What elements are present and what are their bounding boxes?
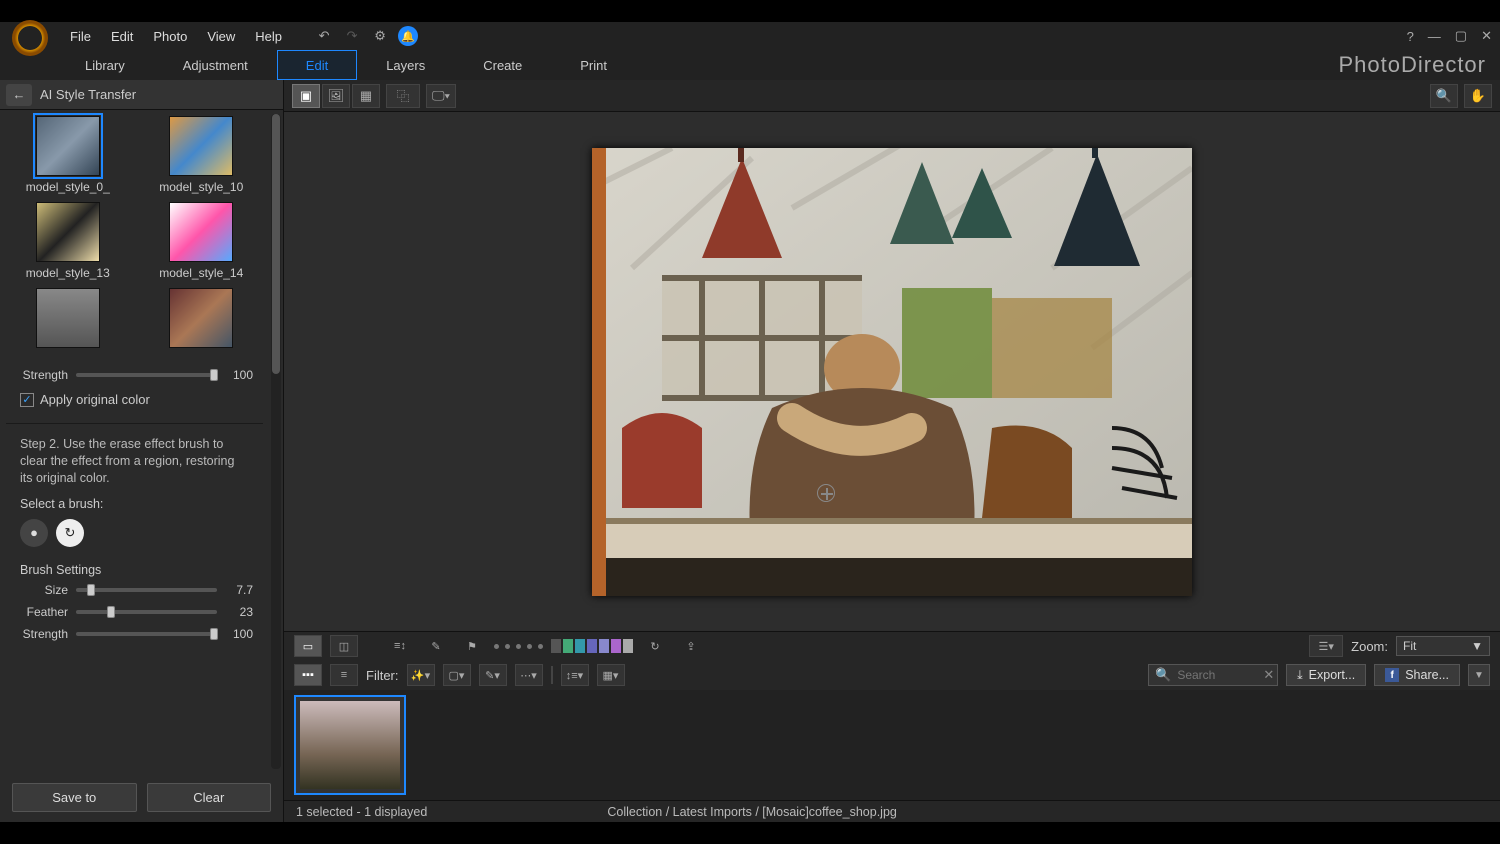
tab-library[interactable]: Library <box>56 50 154 80</box>
strength-label: Strength <box>16 368 68 382</box>
filter-stack-icon[interactable]: ▦▾ <box>597 664 625 686</box>
app-logo[interactable] <box>12 20 48 56</box>
feather-slider[interactable] <box>76 610 217 614</box>
filter-sort-icon[interactable]: ↕≡▾ <box>561 664 589 686</box>
view-grid-icon[interactable]: ▦ <box>352 84 380 108</box>
clear-button[interactable]: Clear <box>147 783 272 812</box>
strength-value: 100 <box>225 368 253 382</box>
size-value: 7.7 <box>225 583 253 597</box>
pan-tool-icon[interactable]: ✋ <box>1464 84 1492 108</box>
film-thumb-1[interactable] <box>294 695 406 795</box>
list-icon[interactable]: ☰▾ <box>1309 635 1343 657</box>
help-icon[interactable]: ? <box>1407 29 1414 44</box>
filmstrip-lines-icon[interactable]: ≡ <box>330 664 358 686</box>
status-selection: 1 selected - 1 displayed <box>296 805 427 819</box>
filter-wand-icon[interactable]: ✨▾ <box>407 664 435 686</box>
zoom-select[interactable]: Fit▼ <box>1396 636 1490 656</box>
search-icon: 🔍 <box>1155 667 1171 683</box>
search-input[interactable]: 🔍 ✕ <box>1148 664 1278 686</box>
step2-text: Step 2. Use the erase effect brush to cl… <box>6 428 263 493</box>
style-thumb-extra2[interactable] <box>140 288 264 352</box>
tab-create[interactable]: Create <box>454 50 551 80</box>
sort-icon[interactable]: ≡↕ <box>386 635 414 657</box>
menu-photo[interactable]: Photo <box>143 25 197 48</box>
minimize-icon[interactable]: — <box>1428 29 1441 44</box>
size-label: Size <box>16 583 68 597</box>
monitor-icon[interactable]: 🖵▾ <box>426 84 456 108</box>
export-button[interactable]: ⤓ Export... <box>1286 664 1366 686</box>
export-icon: ⤓ <box>1297 668 1303 683</box>
redo-icon[interactable]: ↷ <box>341 25 363 47</box>
view-single-icon[interactable]: ▣ <box>292 84 320 108</box>
filmstrip-small-icon[interactable]: ▪▪▪ <box>294 664 322 686</box>
style-thumb-14[interactable]: model_style_14 <box>140 202 264 280</box>
menu-view[interactable]: View <box>197 25 245 48</box>
apply-original-label: Apply original color <box>40 392 150 407</box>
rating-dots[interactable] <box>494 644 543 649</box>
menu-file[interactable]: File <box>60 25 101 48</box>
feather-value: 23 <box>225 605 253 619</box>
settings-icon[interactable]: ⚙ <box>369 25 391 47</box>
strength-slider[interactable] <box>76 373 217 377</box>
flag-icon[interactable]: ⚑ <box>458 635 486 657</box>
undo-icon[interactable]: ↶ <box>313 25 335 47</box>
style-thumb-0[interactable]: model_style_0_ <box>6 116 130 194</box>
style-thumb-10[interactable]: model_style_10 <box>140 116 264 194</box>
canvas-image[interactable] <box>592 148 1192 596</box>
style-thumb-extra1[interactable] <box>6 288 130 352</box>
style-label: model_style_0_ <box>26 180 110 194</box>
brush-erase-icon[interactable]: ● <box>20 519 48 547</box>
brush-cursor-icon <box>817 484 835 502</box>
panel-title: AI Style Transfer <box>40 87 136 102</box>
apply-original-checkbox[interactable]: ✓ <box>20 393 34 407</box>
tab-print[interactable]: Print <box>551 50 636 80</box>
view-image-icon[interactable]: 🖼 <box>322 84 350 108</box>
zoom-tool-icon[interactable]: 🔍 <box>1430 84 1458 108</box>
filter-dots-icon[interactable]: ⋯▾ <box>515 664 543 686</box>
brush-strength-value: 100 <box>225 627 253 641</box>
share-button[interactable]: f Share... <box>1374 664 1460 686</box>
menu-edit[interactable]: Edit <box>101 25 143 48</box>
select-brush-label: Select a brush: <box>6 493 263 515</box>
tab-layers[interactable]: Layers <box>357 50 454 80</box>
zoom-label: Zoom: <box>1351 639 1388 654</box>
left-scrollbar[interactable] <box>271 114 281 769</box>
pencil-icon[interactable]: ✎ <box>422 635 450 657</box>
maximize-icon[interactable]: ▢ <box>1455 28 1467 44</box>
brush-strength-label: Strength <box>16 627 68 641</box>
menu-help[interactable]: Help <box>245 25 292 48</box>
style-label: model_style_13 <box>26 266 110 280</box>
brush-strength-slider[interactable] <box>76 632 217 636</box>
style-label: model_style_10 <box>159 180 243 194</box>
layout-single-icon[interactable]: ▭ <box>294 635 322 657</box>
color-label-swatches[interactable] <box>551 639 633 653</box>
brush-settings-title: Brush Settings <box>6 557 263 579</box>
close-icon[interactable]: ✕ <box>1481 28 1492 44</box>
facebook-icon: f <box>1385 668 1399 682</box>
filter-rect-icon[interactable]: ▢▾ <box>443 664 471 686</box>
export-arrow-icon[interactable]: ⇪ <box>677 635 705 657</box>
filter-pen-icon[interactable]: ✎▾ <box>479 664 507 686</box>
brand-label: PhotoDirector <box>1324 52 1500 78</box>
feather-label: Feather <box>16 605 68 619</box>
back-icon[interactable]: ← <box>6 84 32 106</box>
status-path: Collection / Latest Imports / [Mosaic]co… <box>607 805 897 819</box>
brush-restore-icon[interactable]: ↻ <box>56 519 84 547</box>
rotate-icon[interactable]: ↻ <box>641 635 669 657</box>
save-to-button[interactable]: Save to <box>12 783 137 812</box>
style-thumb-13[interactable]: model_style_13 <box>6 202 130 280</box>
zoom-value: Fit <box>1403 639 1416 653</box>
notification-icon[interactable]: 🔔 <box>397 25 419 47</box>
filter-label: Filter: <box>366 668 399 683</box>
clear-search-icon[interactable]: ✕ <box>1263 667 1274 683</box>
tab-edit[interactable]: Edit <box>277 50 357 80</box>
share-dropdown-icon[interactable]: ▼ <box>1468 664 1490 686</box>
style-label: model_style_14 <box>159 266 243 280</box>
layout-split-icon[interactable]: ◫ <box>330 635 358 657</box>
left-panel: ← AI Style Transfer model_style_0_ model… <box>0 80 284 822</box>
size-slider[interactable] <box>76 588 217 592</box>
compare-icon[interactable]: ⿻ <box>386 84 420 108</box>
tab-adjustment[interactable]: Adjustment <box>154 50 277 80</box>
